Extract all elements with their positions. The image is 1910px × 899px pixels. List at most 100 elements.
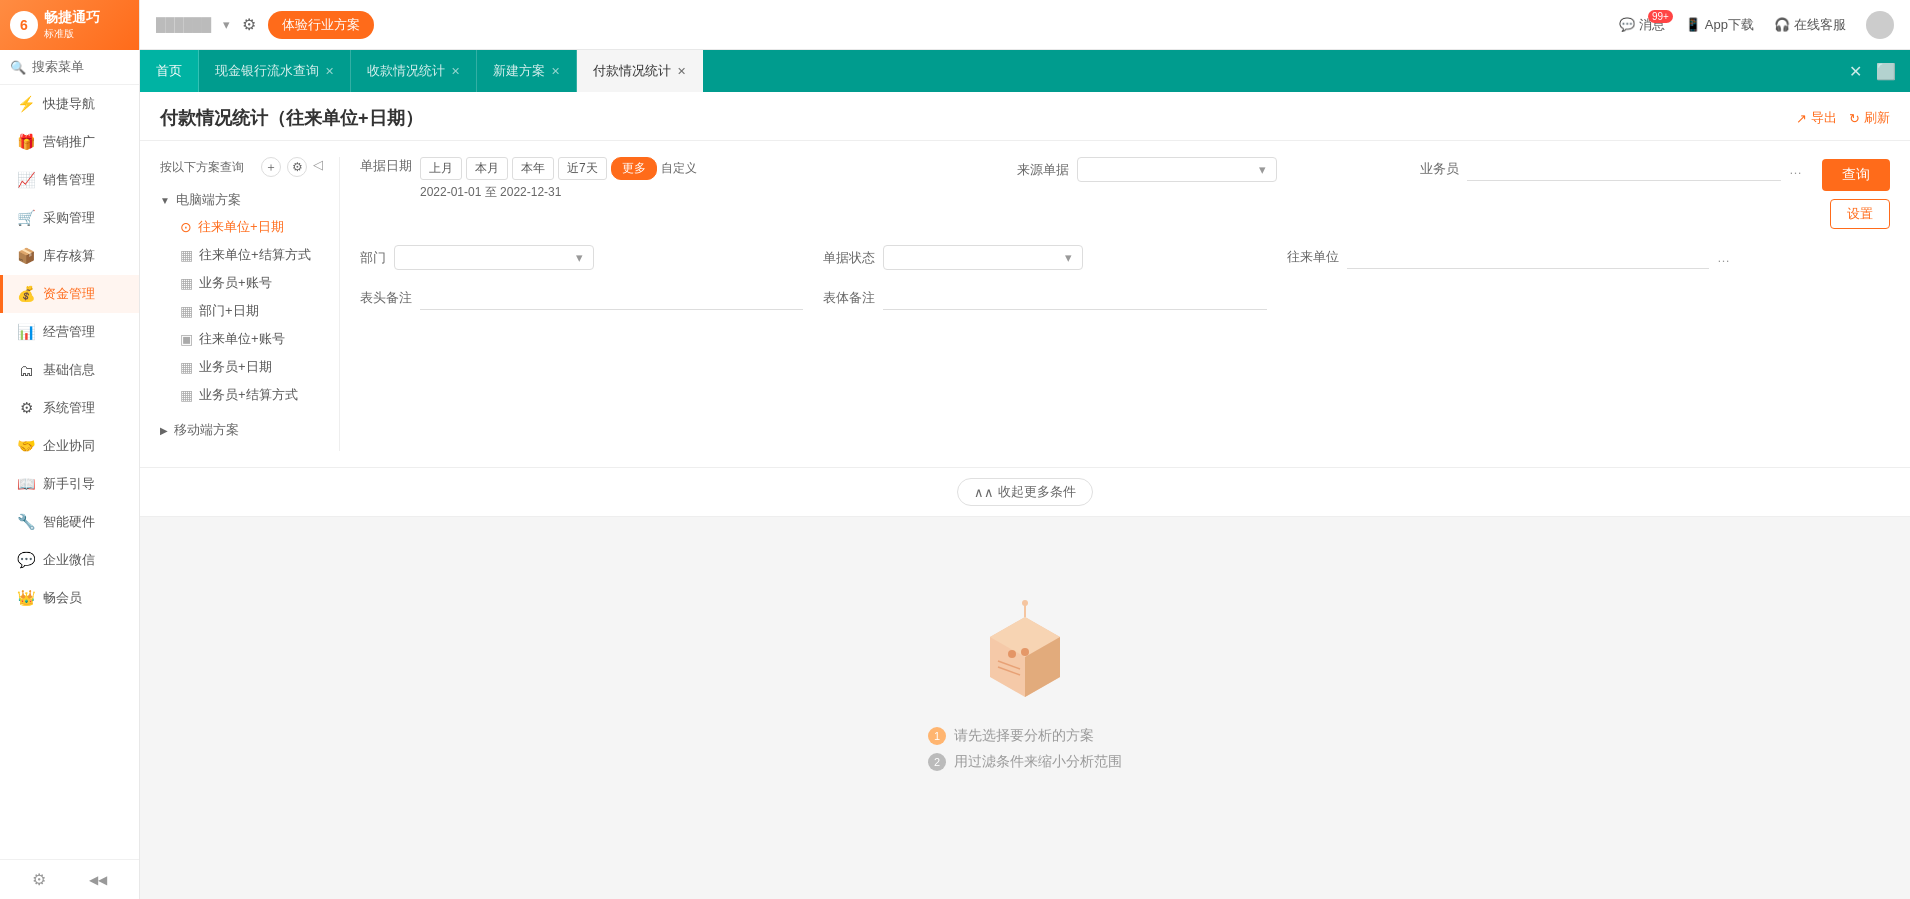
refresh-icon: ↻ bbox=[1849, 111, 1860, 126]
staff-input[interactable] bbox=[1467, 157, 1781, 181]
header-note-input[interactable] bbox=[420, 286, 803, 310]
topbar-dropdown-arrow[interactable]: ▾ bbox=[223, 17, 230, 32]
sidebar-collapse-icon[interactable]: ◀◀ bbox=[89, 873, 107, 887]
tab-new-scheme[interactable]: 新建方案 ✕ bbox=[477, 50, 577, 92]
scheme-item-partner-account[interactable]: ▣ 往来单位+账号 bbox=[176, 325, 323, 353]
topbar-settings-icon[interactable]: ⚙ bbox=[242, 15, 256, 34]
scheme-group-pc-header[interactable]: ▼ 电脑端方案 bbox=[160, 187, 323, 213]
scheme-item-label: 业务员+日期 bbox=[199, 358, 272, 376]
service-icon: 🎧 bbox=[1774, 17, 1790, 32]
topbar-avatar[interactable] bbox=[1866, 11, 1894, 39]
sidebar-item-purchase[interactable]: 🛒 采购管理 bbox=[0, 199, 139, 237]
sidebar-item-corp[interactable]: 🤝 企业协同 bbox=[0, 427, 139, 465]
scheme-item-partner-settle[interactable]: ▦ 往来单位+结算方式 bbox=[176, 241, 323, 269]
inventory-icon: 📦 bbox=[17, 247, 35, 265]
scheme-item-icon: ▦ bbox=[180, 275, 193, 291]
scheme-item-icon: ▦ bbox=[180, 247, 193, 263]
tab-receivable-close[interactable]: ✕ bbox=[451, 65, 460, 78]
scheme-item-partner-date[interactable]: ⊙ 往来单位+日期 bbox=[176, 213, 323, 241]
date-btn-more[interactable]: 更多 bbox=[611, 157, 657, 180]
tab-payment-stat-label: 付款情况统计 bbox=[593, 62, 671, 80]
collapse-button[interactable]: ∧∧ 收起更多条件 bbox=[957, 478, 1093, 506]
tab-close-all-icon[interactable]: ✕ bbox=[1843, 62, 1868, 81]
sidebar-item-operations[interactable]: 📊 经营管理 bbox=[0, 313, 139, 351]
tab-expand-icon[interactable]: ⬜ bbox=[1870, 62, 1902, 81]
message-icon: 💬 bbox=[1619, 17, 1635, 32]
scheme-pc-label: 电脑端方案 bbox=[176, 191, 241, 209]
scheme-query-label: 按以下方案查询 bbox=[160, 159, 244, 176]
partner-input[interactable] bbox=[1347, 245, 1709, 269]
dept-select[interactable]: ▾ bbox=[394, 245, 594, 270]
scheme-pc-list: ⊙ 往来单位+日期 ▦ 往来单位+结算方式 ▦ 业务员+账号 bbox=[160, 213, 323, 409]
scheme-group-mobile: ▶ 移动端方案 bbox=[160, 417, 323, 443]
sidebar-item-label: 畅会员 bbox=[43, 589, 82, 607]
logo-icon: 6 bbox=[10, 11, 38, 39]
service-label: 在线客服 bbox=[1794, 16, 1846, 34]
scheme-item-staff-settle[interactable]: ▦ 业务员+结算方式 bbox=[176, 381, 323, 409]
date-btn-last-month[interactable]: 上月 bbox=[420, 157, 462, 180]
trial-button[interactable]: 体验行业方案 bbox=[268, 11, 374, 39]
partner-more-icon[interactable]: … bbox=[1717, 250, 1730, 265]
tab-bank-flow-label: 现金银行流水查询 bbox=[215, 62, 319, 80]
refresh-button[interactable]: ↻ 刷新 bbox=[1849, 109, 1890, 127]
date-custom-label[interactable]: 自定义 bbox=[661, 160, 697, 177]
scheme-collapse-button[interactable]: ◁ bbox=[313, 157, 323, 177]
sidebar-item-wechat[interactable]: 💬 企业微信 bbox=[0, 541, 139, 579]
operations-icon: 📊 bbox=[17, 323, 35, 341]
sidebar-item-basic[interactable]: 🗂 基础信息 bbox=[0, 351, 139, 389]
scheme-group-mobile-header[interactable]: ▶ 移动端方案 bbox=[160, 417, 323, 443]
tab-payment-stat[interactable]: 付款情况统计 ✕ bbox=[577, 50, 703, 92]
sidebar-item-label: 企业微信 bbox=[43, 551, 95, 569]
sidebar-item-guide[interactable]: 📖 新手引导 bbox=[0, 465, 139, 503]
tab-payment-stat-close[interactable]: ✕ bbox=[677, 65, 686, 78]
tab-home[interactable]: 首页 bbox=[140, 50, 199, 92]
sidebar-item-quick-nav[interactable]: ⚡ 快捷导航 bbox=[0, 85, 139, 123]
body-note-input[interactable] bbox=[883, 286, 1266, 310]
scheme-mobile-label: 移动端方案 bbox=[174, 421, 239, 439]
tab-bank-flow[interactable]: 现金银行流水查询 ✕ bbox=[199, 50, 351, 92]
page-actions: ↗ 导出 ↻ 刷新 bbox=[1796, 109, 1890, 127]
sidebar-item-sales[interactable]: 📈 销售管理 bbox=[0, 161, 139, 199]
tab-receivable[interactable]: 收款情况统计 ✕ bbox=[351, 50, 477, 92]
source-dropdown-icon: ▾ bbox=[1259, 162, 1266, 177]
source-select[interactable]: ▾ bbox=[1077, 157, 1277, 182]
query-button[interactable]: 查询 bbox=[1822, 159, 1890, 191]
scheme-settings-button[interactable]: ⚙ bbox=[287, 157, 307, 177]
export-label: 导出 bbox=[1811, 109, 1837, 127]
sidebar-item-system[interactable]: ⚙ 系统管理 bbox=[0, 389, 139, 427]
search-menu[interactable]: 🔍 搜索菜单 bbox=[0, 50, 139, 85]
voucher-status-select[interactable]: ▾ bbox=[883, 245, 1083, 270]
sidebar-item-marketing[interactable]: 🎁 营销推广 bbox=[0, 123, 139, 161]
scheme-item-label: 往来单位+日期 bbox=[198, 218, 284, 236]
topbar-service[interactable]: 🎧 在线客服 bbox=[1774, 16, 1846, 34]
scheme-item-dept-date[interactable]: ▦ 部门+日期 bbox=[176, 297, 323, 325]
app-label: App下载 bbox=[1705, 16, 1754, 34]
settings-button[interactable]: 设置 bbox=[1830, 199, 1890, 229]
tab-bank-flow-close[interactable]: ✕ bbox=[325, 65, 334, 78]
tab-new-scheme-close[interactable]: ✕ bbox=[551, 65, 560, 78]
scheme-item-staff-date[interactable]: ▦ 业务员+日期 bbox=[176, 353, 323, 381]
dept-dropdown-icon: ▾ bbox=[576, 250, 583, 265]
topbar-messages[interactable]: 💬 消息 99+ bbox=[1619, 16, 1665, 34]
body-note-label: 表体备注 bbox=[823, 289, 875, 307]
step1-text: 请先选择要分析的方案 bbox=[954, 727, 1094, 745]
tab-window-controls: ✕ ⬜ bbox=[1843, 50, 1910, 92]
scheme-add-button[interactable]: ＋ bbox=[261, 157, 281, 177]
topbar-app-download[interactable]: 📱 App下载 bbox=[1685, 16, 1754, 34]
sidebar-item-member[interactable]: 👑 畅会员 bbox=[0, 579, 139, 617]
date-btn-7days[interactable]: 近7天 bbox=[558, 157, 607, 180]
sidebar-item-finance[interactable]: 💰 资金管理 bbox=[0, 275, 139, 313]
sidebar-item-inventory[interactable]: 📦 库存核算 bbox=[0, 237, 139, 275]
filter-right: 单据日期 上月 本月 本年 近7天 更多 自定义 20 bbox=[340, 157, 1890, 451]
export-button[interactable]: ↗ 导出 bbox=[1796, 109, 1837, 127]
scheme-item-icon: ▦ bbox=[180, 359, 193, 375]
staff-field: 业务员 … bbox=[1420, 157, 1802, 181]
sidebar-item-hardware[interactable]: 🔧 智能硬件 bbox=[0, 503, 139, 541]
scheme-item-staff-account[interactable]: ▦ 业务员+账号 bbox=[176, 269, 323, 297]
date-btn-this-year[interactable]: 本年 bbox=[512, 157, 554, 180]
filter-row-3: 表头备注 表体备注 bbox=[360, 286, 1890, 310]
staff-more-icon[interactable]: … bbox=[1789, 162, 1802, 177]
date-btn-this-month[interactable]: 本月 bbox=[466, 157, 508, 180]
sidebar-settings-icon[interactable]: ⚙ bbox=[32, 870, 46, 889]
scheme-item-label: 往来单位+账号 bbox=[199, 330, 285, 348]
